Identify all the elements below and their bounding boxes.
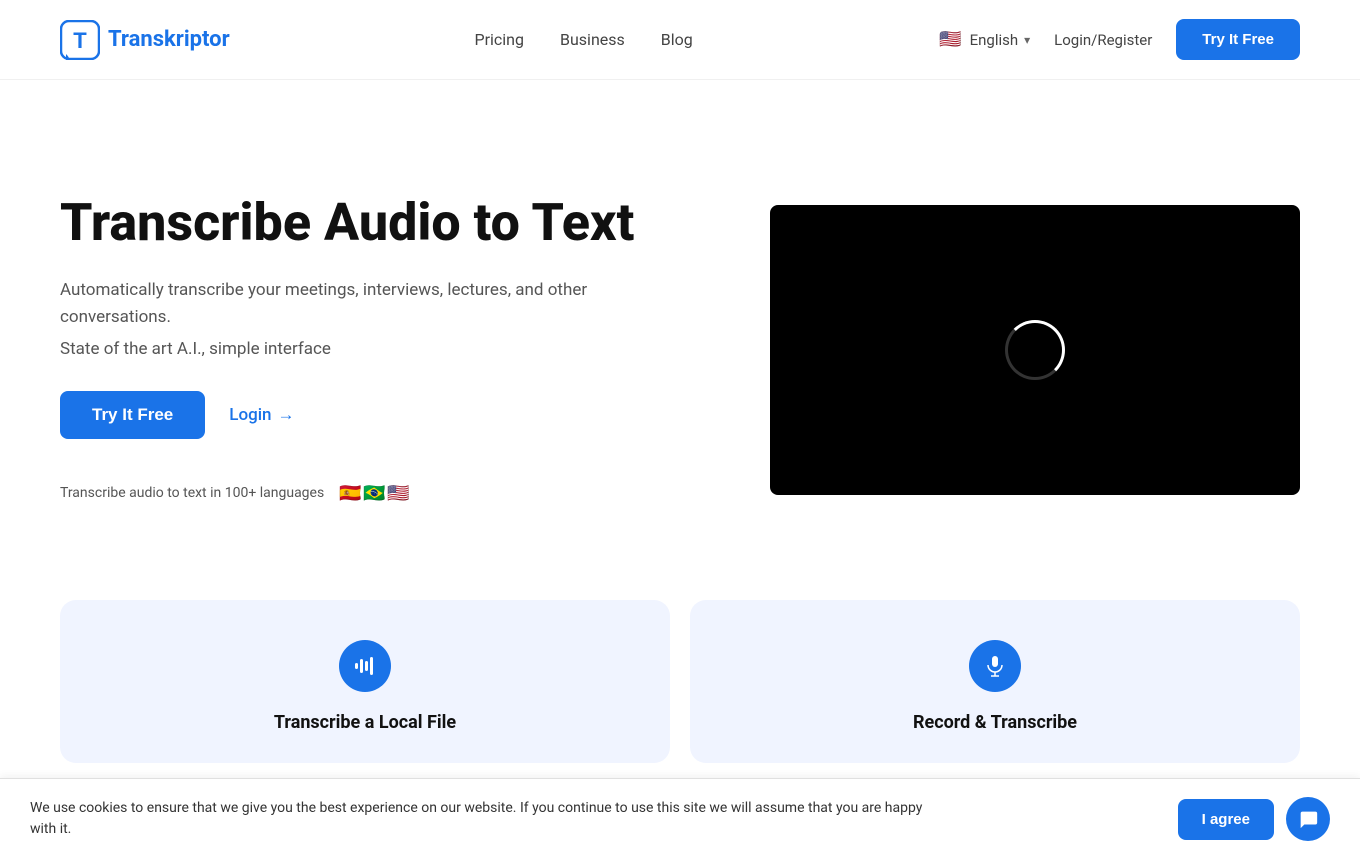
hero-languages: Transcribe audio to text in 100+ languag… [60, 479, 660, 507]
hero-left: Transcribe Audio to Text Automatically t… [60, 193, 660, 507]
hero-lang-text: Transcribe audio to text in 100+ languag… [60, 485, 324, 501]
feature-card-record: Record & Transcribe [690, 600, 1300, 763]
microphone-icon-wrap [969, 640, 1021, 692]
hero-section: Transcribe Audio to Text Automatically t… [0, 80, 1360, 600]
cookie-right: I agree [1178, 797, 1330, 841]
nav-business[interactable]: Business [560, 30, 625, 49]
hero-sub2: State of the art A.I., simple interface [60, 339, 660, 359]
hero-login-link[interactable]: Login → [229, 405, 294, 425]
features-section: Transcribe a Local File Record & Transcr… [0, 600, 1360, 803]
hero-cta-button[interactable]: Try It Free [60, 391, 205, 439]
feature-title-local-file: Transcribe a Local File [274, 712, 456, 733]
microphone-icon [983, 654, 1007, 678]
video-loading-spinner [1005, 320, 1065, 380]
hero-video [770, 205, 1300, 495]
cookie-text: We use cookies to ensure that we give yo… [30, 798, 930, 840]
waveform-icon-wrap [339, 640, 391, 692]
nav-right: 🇺🇸 English ▾ Login/Register Try It Free [938, 19, 1300, 60]
brand-name: Transkriptor [108, 27, 230, 52]
feature-title-record: Record & Transcribe [913, 712, 1077, 733]
language-label: English [970, 31, 1019, 49]
login-register-link[interactable]: Login/Register [1054, 31, 1152, 49]
chat-bubble-button[interactable] [1286, 797, 1330, 841]
cookie-banner: We use cookies to ensure that we give yo… [0, 778, 1360, 859]
hero-actions: Try It Free Login → [60, 391, 660, 439]
flag-icon: 🇺🇸 [938, 27, 964, 53]
arrow-right-icon: → [278, 405, 295, 425]
chevron-down-icon: ▾ [1024, 33, 1030, 47]
nav-cta-button[interactable]: Try It Free [1176, 19, 1300, 60]
cookie-agree-button[interactable]: I agree [1178, 799, 1274, 840]
flag-usa: 🇺🇸 [384, 479, 412, 507]
chat-icon [1297, 808, 1319, 830]
logo[interactable]: T Transkriptor [60, 20, 230, 60]
nav-blog[interactable]: Blog [661, 30, 693, 49]
hero-title: Transcribe Audio to Text [60, 193, 660, 253]
hero-subtitle: Automatically transcribe your meetings, … [60, 277, 660, 331]
svg-text:T: T [73, 27, 87, 52]
logo-icon: T [60, 20, 100, 60]
navbar: T Transkriptor Pricing Business Blog 🇺🇸 … [0, 0, 1360, 80]
feature-card-local-file: Transcribe a Local File [60, 600, 670, 763]
hero-login-label: Login [229, 405, 271, 425]
flag-stack: 🇪🇸 🇧🇷 🇺🇸 [336, 479, 412, 507]
language-selector[interactable]: 🇺🇸 English ▾ [938, 27, 1031, 53]
nav-pricing[interactable]: Pricing [475, 30, 525, 49]
waveform-icon [353, 654, 377, 678]
nav-links: Pricing Business Blog [475, 30, 693, 49]
